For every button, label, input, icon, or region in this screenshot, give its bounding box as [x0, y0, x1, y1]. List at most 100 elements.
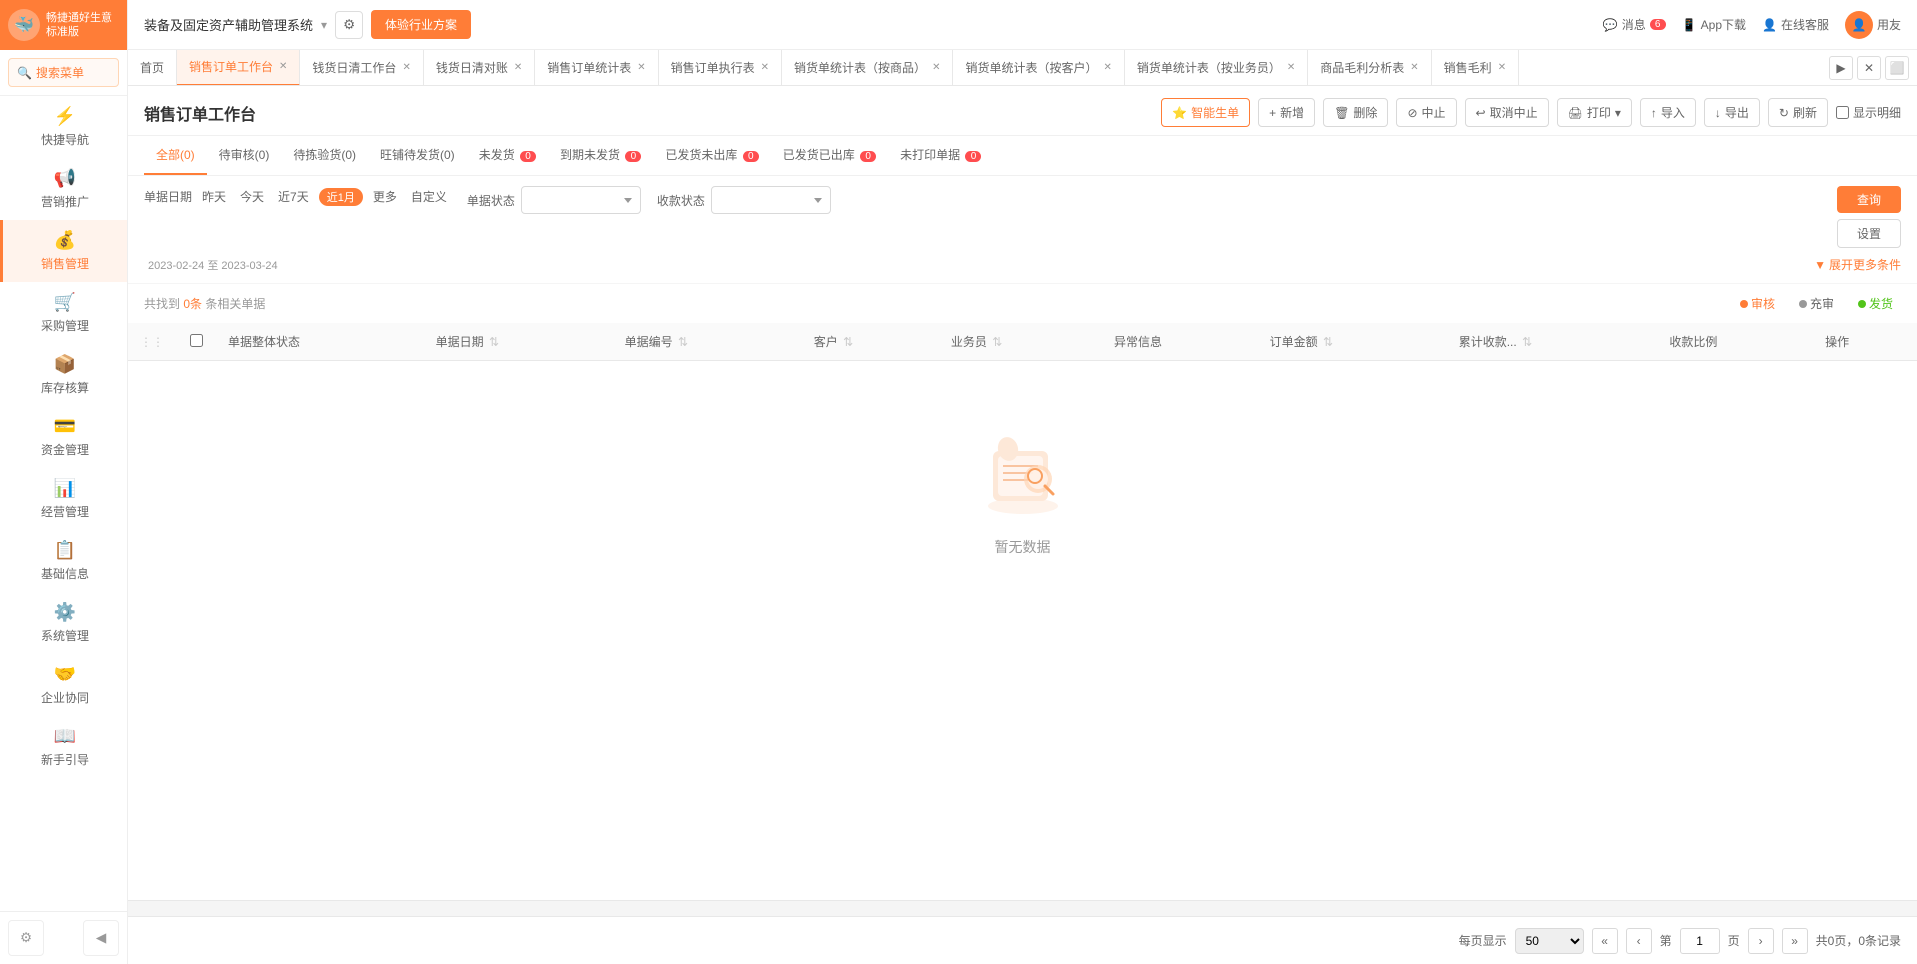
tab-sales-summary-customer[interactable]: 销货单统计表（按客户） ✕ — [953, 50, 1124, 86]
tab-staff-close[interactable]: ✕ — [1287, 62, 1295, 73]
tab-gross-margin[interactable]: 商品毛利分析表 ✕ — [1308, 50, 1431, 86]
sub-tab-overdue-not-shipped[interactable]: 到期未发货 0 — [548, 136, 653, 175]
tab-gross-margin-close[interactable]: ✕ — [1410, 62, 1418, 73]
sidebar-item-operations[interactable]: 📊 经营管理 — [0, 468, 127, 530]
footer-collapse-button[interactable]: ◀ — [83, 920, 119, 956]
sub-tab-pending-review-label: 待审核(0) — [219, 148, 270, 162]
sidebar-item-guide[interactable]: 📖 新手引导 — [0, 716, 127, 778]
batch-ship-button[interactable]: 发货 — [1850, 292, 1901, 315]
th-date[interactable]: 单据日期 ⇅ — [424, 323, 613, 361]
horizontal-scrollbar[interactable] — [128, 900, 1917, 916]
batch-cancel-audit-button[interactable]: 充审 — [1791, 292, 1842, 315]
sub-tab-wangpu[interactable]: 旺铺待发货(0) — [368, 136, 467, 175]
sidebar-item-quick-nav[interactable]: ⚡ 快捷导航 — [0, 96, 127, 158]
sub-tab-pending-review[interactable]: 待审核(0) — [207, 136, 282, 175]
tab-more-button[interactable]: ▶ — [1829, 56, 1853, 80]
tab-cashier-close[interactable]: ✕ — [402, 62, 410, 73]
date-option-custom[interactable]: 自定义 — [407, 186, 451, 207]
tab-sales-detail[interactable]: 销售毛利 ✕ — [1432, 50, 1519, 86]
export-button[interactable]: ↓ 导出 — [1704, 98, 1760, 127]
th-amount[interactable]: 订单金额 ⇅ — [1258, 323, 1447, 361]
message-label: 消息 — [1622, 16, 1646, 33]
th-staff[interactable]: 业务员 ⇅ — [939, 323, 1102, 361]
prev-page-button[interactable]: ‹ — [1626, 928, 1652, 954]
suspend-button[interactable]: ⊘ 中止 — [1396, 98, 1456, 127]
date-option-more[interactable]: 更多 — [369, 186, 401, 207]
import-button[interactable]: ↑ 导入 — [1640, 98, 1696, 127]
date-option-today[interactable]: 今天 — [236, 186, 268, 207]
payment-select[interactable] — [711, 186, 831, 214]
th-number[interactable]: 单据编号 ⇅ — [613, 323, 802, 361]
message-action[interactable]: 💬 消息 6 — [1603, 16, 1666, 33]
tab-sales-exec-close[interactable]: ✕ — [761, 62, 769, 73]
tab-sales-summary-staff[interactable]: 销货单统计表（按业务员） ✕ — [1125, 50, 1308, 86]
tab-sales-summary-product[interactable]: 销货单统计表（按商品） ✕ — [782, 50, 953, 86]
tab-sales-stats[interactable]: 销售订单统计表 ✕ — [535, 50, 658, 86]
query-button[interactable]: 查询 — [1837, 186, 1901, 213]
operations-label: 经营管理 — [41, 503, 89, 520]
tab-cash-reconcile[interactable]: 钱货日清对账 ✕ — [424, 50, 535, 86]
refresh-button[interactable]: ↻ 刷新 — [1768, 98, 1828, 127]
sidebar-item-cooperation[interactable]: 🤝 企业协同 — [0, 654, 127, 716]
date-option-yesterday[interactable]: 昨天 — [198, 186, 230, 207]
sidebar-item-inventory[interactable]: 📦 库存核算 — [0, 344, 127, 406]
sidebar-item-marketing[interactable]: 📢 营销推广 — [0, 158, 127, 220]
status-select[interactable] — [521, 186, 641, 214]
new-label: 新增 — [1280, 104, 1304, 121]
batch-audit-button[interactable]: 审核 — [1732, 292, 1783, 315]
last-page-button[interactable]: » — [1782, 928, 1808, 954]
smart-generate-button[interactable]: ⭐ 智能生单 — [1161, 98, 1250, 127]
module-dropdown-icon[interactable]: ▾ — [321, 18, 327, 32]
tab-product-close[interactable]: ✕ — [932, 62, 940, 73]
per-page-select[interactable]: 10 20 50 100 — [1515, 928, 1584, 954]
sub-tab-not-printed[interactable]: 未打印单据 0 — [888, 136, 993, 175]
tab-sales-workbench-close[interactable]: ✕ — [279, 61, 287, 72]
tab-close-all-button[interactable]: ✕ — [1857, 56, 1881, 80]
app-download-action[interactable]: 📱 App下载 — [1682, 16, 1746, 33]
sidebar-item-base-info[interactable]: 📋 基础信息 — [0, 530, 127, 592]
show-detail-checkbox-wrapper[interactable]: 显示明细 — [1836, 104, 1901, 121]
next-page-button[interactable]: › — [1748, 928, 1774, 954]
module-settings-button[interactable]: ⚙ — [335, 11, 363, 39]
sub-tab-not-shipped[interactable]: 未发货 0 — [467, 136, 548, 175]
sidebar-item-sales[interactable]: 💰 销售管理 — [0, 220, 127, 282]
tab-sales-detail-close[interactable]: ✕ — [1498, 62, 1506, 73]
tab-sales-exec[interactable]: 销售订单执行表 ✕ — [659, 50, 782, 86]
sidebar-item-finance[interactable]: 💳 资金管理 — [0, 406, 127, 468]
delete-button[interactable]: 🗑 删除 — [1323, 98, 1388, 127]
tab-sales-workbench[interactable]: 销售订单工作台 ✕ — [177, 50, 300, 86]
search-menu-button[interactable]: 🔍 搜索菜单 — [8, 58, 119, 87]
cancel-suspend-button[interactable]: ↩ 取消中止 — [1465, 98, 1549, 127]
star-icon: ⭐ — [1172, 106, 1187, 120]
sub-tab-pending-inspect[interactable]: 待拣验货(0) — [281, 136, 368, 175]
select-all-checkbox[interactable] — [190, 334, 203, 347]
sub-tab-shipped-out[interactable]: 已发货已出库 0 — [771, 136, 888, 175]
print-button[interactable]: 🖨 打印 ▾ — [1557, 98, 1632, 127]
tab-cashier-daily[interactable]: 钱货日清工作台 ✕ — [300, 50, 423, 86]
page-number-input[interactable] — [1680, 928, 1720, 954]
show-detail-checkbox[interactable] — [1836, 106, 1849, 119]
date-option-7days[interactable]: 近7天 — [274, 186, 313, 207]
sub-tab-shipped-not-out[interactable]: 已发货未出库 0 — [653, 136, 770, 175]
tab-customer-close[interactable]: ✕ — [1103, 62, 1111, 73]
show-detail-label: 显示明细 — [1853, 104, 1901, 121]
tab-cash-reconcile-close[interactable]: ✕ — [514, 62, 522, 73]
expand-filter-button[interactable]: ▼ 展开更多条件 — [1814, 256, 1901, 273]
footer-settings-button[interactable]: ⚙ — [8, 920, 44, 956]
tab-sales-stats-close[interactable]: ✕ — [637, 62, 645, 73]
tab-maximize-button[interactable]: ⬜ — [1885, 56, 1909, 80]
online-service-action[interactable]: 👤 在线客服 — [1762, 16, 1829, 33]
th-collected[interactable]: 累计收款... ⇅ — [1447, 323, 1658, 361]
industry-solution-button[interactable]: 体验行业方案 — [371, 10, 471, 39]
sidebar-item-system[interactable]: ⚙️ 系统管理 — [0, 592, 127, 654]
filter-setting-button[interactable]: 设置 — [1837, 219, 1901, 248]
date-option-1month[interactable]: 近1月 — [319, 188, 363, 206]
sub-tab-all[interactable]: 全部(0) — [144, 136, 207, 175]
th-customer[interactable]: 客户 ⇅ — [802, 323, 939, 361]
new-button[interactable]: + 新增 — [1258, 98, 1315, 127]
sidebar-item-purchase[interactable]: 🛒 采购管理 — [0, 282, 127, 344]
tab-home[interactable]: 首页 — [128, 50, 177, 86]
first-page-button[interactable]: « — [1592, 928, 1618, 954]
cooperation-label: 企业协同 — [41, 689, 89, 706]
user-action[interactable]: 👤 用友 — [1845, 11, 1901, 39]
